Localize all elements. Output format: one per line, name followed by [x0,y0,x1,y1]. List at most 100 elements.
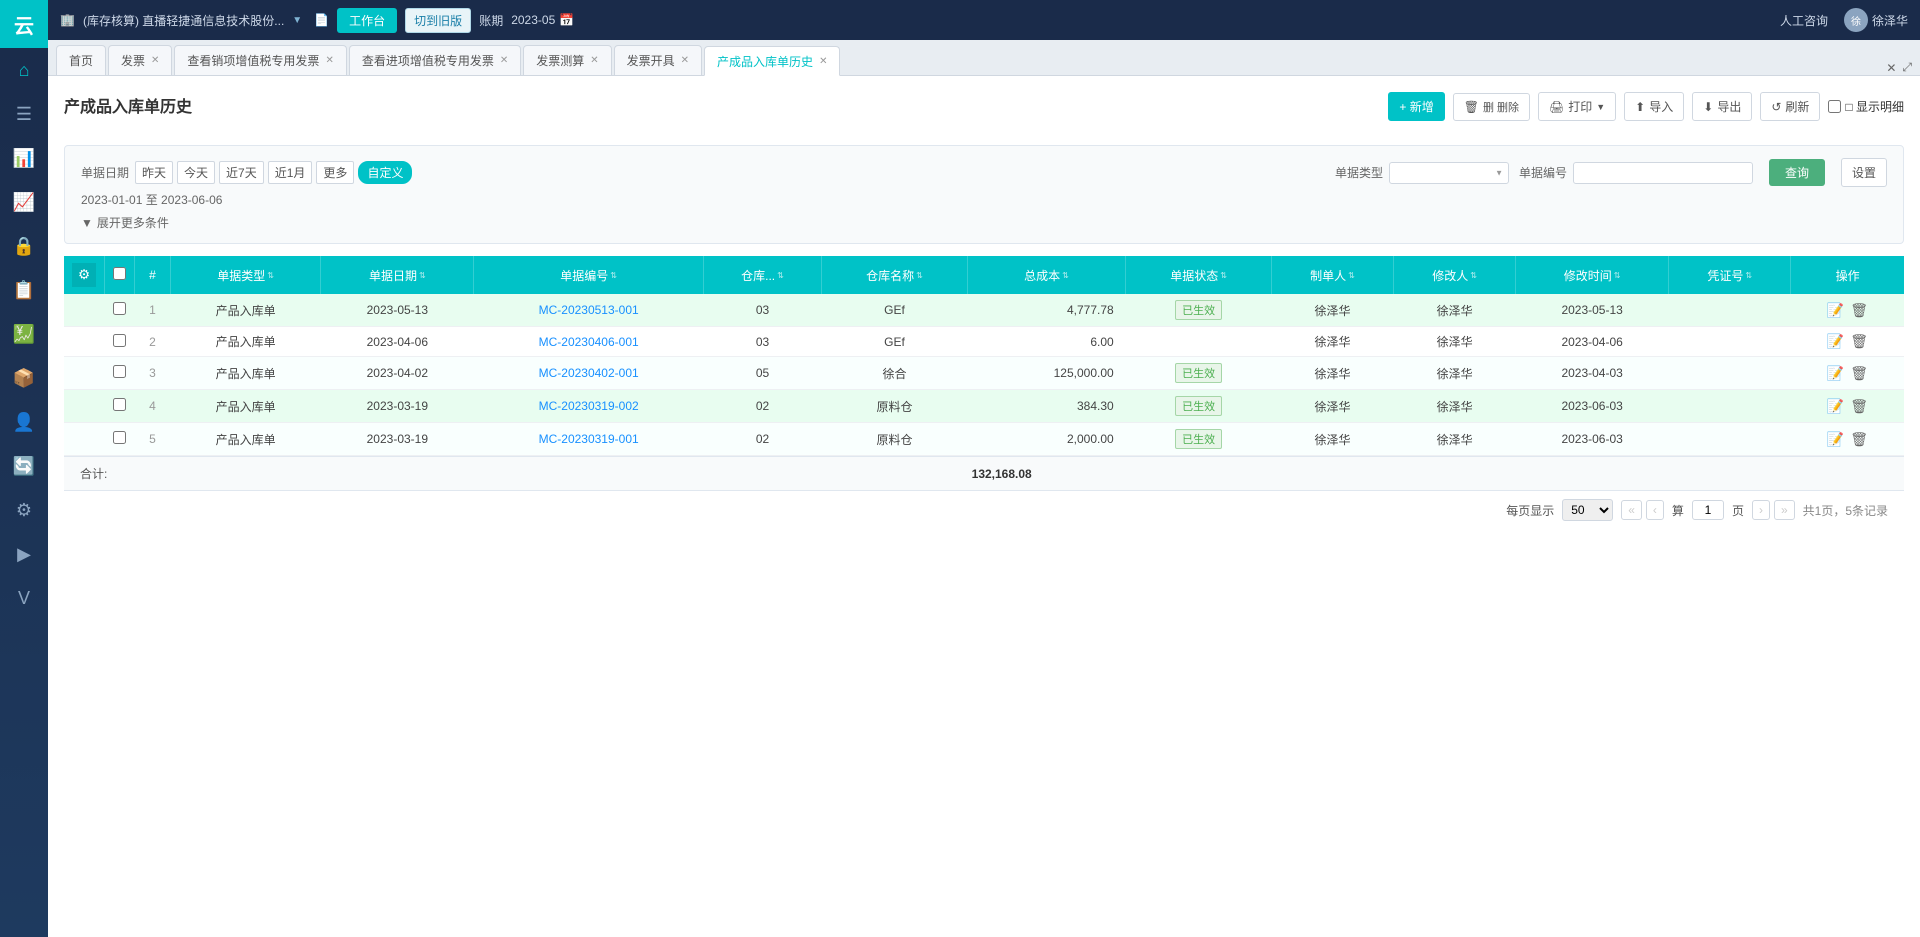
delete-row-icon[interactable]: 🗑 [1850,365,1868,382]
calendar-icon[interactable]: 📅 [559,13,574,27]
date-btn-1month[interactable]: 近1月 [268,161,313,184]
th-doc-type[interactable]: 单据类型 ⇅ [170,256,320,294]
tab-invoice-issue[interactable]: 发票开具 ✕ [614,45,702,75]
tab-sales-vat[interactable]: 查看销项增值税专用发票 ✕ [174,45,346,75]
sidebar-item-doc[interactable]: 📋 [0,268,48,312]
user-menu[interactable]: 徐 徐泽华 [1844,8,1908,32]
th-doc-status[interactable]: 单据状态 ⇅ [1126,256,1272,294]
maximize-icon[interactable]: ⤢ [1902,60,1912,75]
th-creator[interactable]: 制单人 ⇅ [1271,256,1393,294]
sidebar-item-analysis[interactable]: 📈 [0,180,48,224]
tab-invoice-calc[interactable]: 发票测算 ✕ [523,45,611,75]
new-button[interactable]: + 新增 [1388,92,1444,121]
row-checkbox-cell[interactable] [104,390,134,423]
sidebar-item-play[interactable]: ▶ [0,532,48,576]
th-settings[interactable]: ⚙ [64,256,104,294]
delete-row-icon[interactable]: 🗑 [1850,431,1868,448]
row-doc-num[interactable]: MC-20230513-001 [474,294,704,327]
sidebar-item-version[interactable]: V [0,576,48,620]
select-all-checkbox[interactable] [113,267,126,280]
export-button[interactable]: ⬇ 导出 [1692,92,1752,121]
date-btn-yesterday[interactable]: 昨天 [135,161,173,184]
column-settings-button[interactable]: ⚙ [72,263,96,287]
row-checkbox-cell[interactable] [104,327,134,357]
sidebar-item-settings[interactable]: ⚙ [0,488,48,532]
delete-button[interactable]: 🗑 删 删除 [1453,93,1530,121]
row-doc-num[interactable]: MC-20230406-001 [474,327,704,357]
date-btn-more[interactable]: 更多 [316,161,354,184]
close-tab-sales-vat[interactable]: ✕ [325,55,333,66]
print-button[interactable]: 🖨 打印 ▼ [1538,92,1616,121]
set-button[interactable]: 设置 [1841,158,1887,187]
tab-product-stock-history[interactable]: 产成品入库单历史 ✕ [704,46,840,76]
date-btn-custom[interactable]: 自定义 [358,161,412,184]
th-doc-date[interactable]: 单据日期 ⇅ [321,256,474,294]
last-page-button[interactable]: » [1774,500,1795,520]
edit-icon[interactable]: 📝 [1827,333,1844,350]
minimize-icon[interactable]: ✕ [1886,61,1896,75]
per-page-select[interactable]: 50 100 200 [1562,499,1613,521]
close-tab-invoice-calc[interactable]: ✕ [590,55,598,66]
date-btn-7days[interactable]: 近7天 [219,161,264,184]
edit-icon[interactable]: 📝 [1827,365,1844,382]
sidebar-item-home[interactable]: ⌂ [0,48,48,92]
row-checkbox-cell[interactable] [104,357,134,390]
filter-docnum-input[interactable] [1573,162,1753,184]
search-button[interactable]: 查询 [1769,159,1825,186]
page-input[interactable] [1692,500,1724,520]
delete-row-icon[interactable]: 🗑 [1850,302,1868,319]
th-modifier[interactable]: 修改人 ⇅ [1394,256,1516,294]
tab-home[interactable]: 首页 [56,45,106,75]
row-checkbox-cell[interactable] [104,423,134,456]
date-btn-today[interactable]: 今天 [177,161,215,184]
switch-version-button[interactable]: 切到旧版 [405,8,471,33]
prev-page-button[interactable]: ‹ [1646,500,1664,520]
close-tab-product-stock[interactable]: ✕ [819,56,827,67]
sidebar-item-menu[interactable]: ☰ [0,92,48,136]
row-checkbox-cell[interactable] [104,294,134,327]
row-checkbox[interactable] [113,398,126,411]
row-checkbox[interactable] [113,302,126,315]
th-doc-num[interactable]: 单据编号 ⇅ [474,256,704,294]
company-dropdown-icon[interactable]: ▼ [292,15,302,26]
edit-icon[interactable]: 📝 [1827,431,1844,448]
display-detail-toggle[interactable]: □ 显示明细 [1828,98,1904,115]
refresh-button[interactable]: ↺ 刷新 [1760,92,1820,121]
sidebar-item-flow[interactable]: 🔄 [0,444,48,488]
tab-invoice[interactable]: 发票 ✕ [108,45,172,75]
expand-filter-button[interactable]: ▼ 展开更多条件 [81,214,1887,231]
sidebar-item-inventory[interactable]: 📦 [0,356,48,400]
th-warehouse-name[interactable]: 仓库名称 ⇅ [822,256,968,294]
th-checkbox[interactable] [104,256,134,294]
row-doc-num[interactable]: MC-20230402-001 [474,357,704,390]
th-warehouse-code[interactable]: 仓库... ⇅ [703,256,821,294]
th-total-cost[interactable]: 总成本 ⇅ [967,256,1125,294]
row-checkbox[interactable] [113,431,126,444]
row-checkbox[interactable] [113,334,126,347]
print-dropdown-icon[interactable]: ▼ [1596,102,1605,112]
row-checkbox[interactable] [113,365,126,378]
close-tab-purchase-vat[interactable]: ✕ [500,55,508,66]
next-page-button[interactable]: › [1752,500,1770,520]
import-button[interactable]: ⬆ 导入 [1624,92,1684,121]
sidebar-item-finance[interactable]: 💹 [0,312,48,356]
first-page-button[interactable]: « [1621,500,1642,520]
delete-row-icon[interactable]: 🗑 [1850,398,1868,415]
sidebar-item-lock[interactable]: 🔒 [0,224,48,268]
edit-icon[interactable]: 📝 [1827,398,1844,415]
sidebar-item-report[interactable]: 📊 [0,136,48,180]
close-tab-invoice[interactable]: ✕ [151,55,159,66]
display-detail-checkbox[interactable] [1828,100,1841,113]
row-doc-num[interactable]: MC-20230319-002 [474,390,704,423]
sidebar-item-people[interactable]: 👤 [0,400,48,444]
workbench-button[interactable]: 工作台 [337,8,397,33]
row-doc-num[interactable]: MC-20230319-001 [474,423,704,456]
th-modify-time[interactable]: 修改时间 ⇅ [1516,256,1669,294]
edit-icon[interactable]: 📝 [1827,302,1844,319]
filter-doctype-select[interactable] [1389,162,1509,184]
help-label[interactable]: 人工咨询 [1780,12,1828,29]
tab-purchase-vat[interactable]: 查看进项增值税专用发票 ✕ [349,45,521,75]
close-tab-invoice-issue[interactable]: ✕ [681,55,689,66]
delete-row-icon[interactable]: 🗑 [1850,333,1868,350]
th-voucher-num[interactable]: 凭证号 ⇅ [1669,256,1791,294]
